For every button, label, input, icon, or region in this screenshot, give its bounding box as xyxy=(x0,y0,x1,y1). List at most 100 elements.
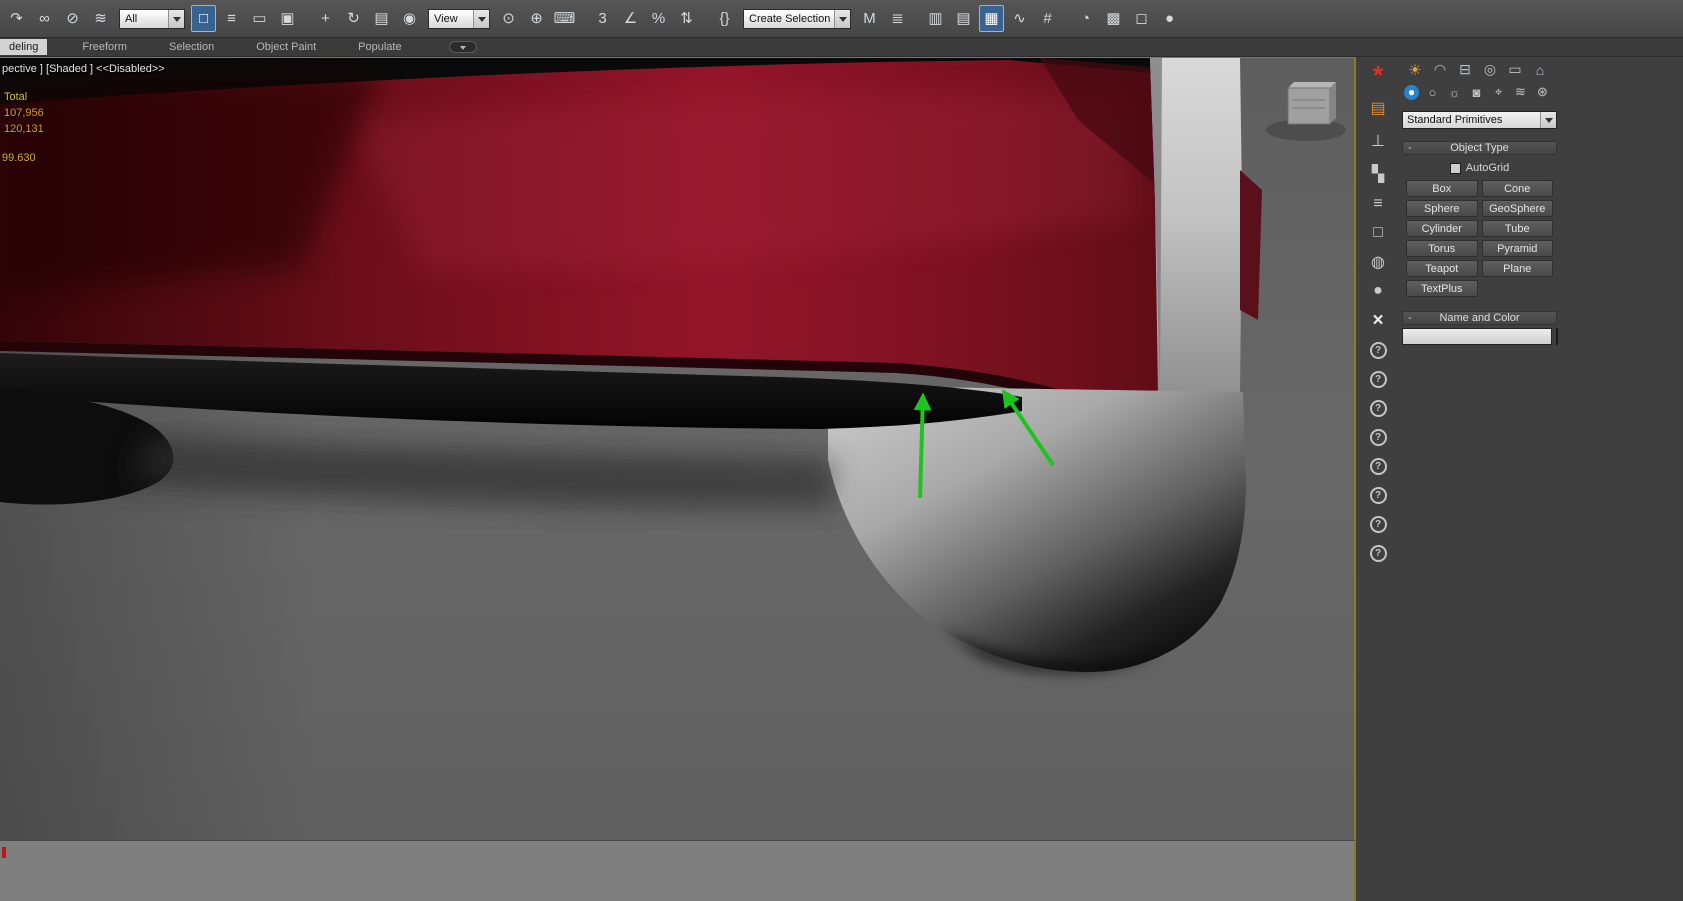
ribbon-tab-modeling[interactable]: deling xyxy=(0,39,48,55)
cylinder-button[interactable]: Cylinder xyxy=(1406,220,1478,237)
plane-button[interactable]: Plane xyxy=(1481,260,1553,277)
rendered-frame-icon[interactable]: ◻ xyxy=(1129,5,1154,32)
shapes-category-icon[interactable]: ○ xyxy=(1424,85,1441,100)
object-color-swatch[interactable] xyxy=(1556,328,1558,345)
ribbon-tab-selection[interactable]: Selection xyxy=(160,39,223,55)
select-object-icon[interactable]: □ xyxy=(191,5,216,32)
ribbon-tab-object-paint[interactable]: Object Paint xyxy=(247,39,325,55)
hierarchy-tab-icon[interactable]: ⊟ xyxy=(1456,61,1474,78)
redo-icon[interactable]: ↷ xyxy=(4,5,29,32)
named-selection-sets-dropdown[interactable]: Create Selection Se xyxy=(743,8,851,29)
geosphere-button[interactable]: GeoSphere xyxy=(1481,200,1553,217)
teapot-icon[interactable]: * xyxy=(1358,59,1398,91)
ribbon-toggle-icon[interactable]: ▦ xyxy=(979,5,1004,32)
textplus-button[interactable]: TextPlus xyxy=(1406,280,1478,297)
help-placeholder-icon[interactable]: ? xyxy=(1369,400,1387,417)
select-and-scale-icon[interactable]: ▤ xyxy=(369,5,394,32)
gizmo-icon[interactable]: ⊥ xyxy=(1358,124,1398,158)
motion-tab-icon[interactable]: ◎ xyxy=(1481,61,1499,78)
viewport-label[interactable]: pective ] [Shaded ] <<Disabled>> xyxy=(2,63,165,75)
display-tab-icon[interactable]: ▭ xyxy=(1506,61,1524,78)
help-placeholder-icon[interactable]: ? xyxy=(1369,516,1387,533)
select-and-manipulate-icon[interactable]: ⊕ xyxy=(524,5,549,32)
keyboard-shortcut-override-icon[interactable]: ⌨ xyxy=(552,5,577,32)
ribbon-tab-populate[interactable]: Populate xyxy=(349,39,410,55)
object-name-field[interactable] xyxy=(1402,328,1552,345)
modify-tab-icon[interactable]: ◠ xyxy=(1431,61,1449,78)
autogrid-label: AutoGrid xyxy=(1465,162,1510,174)
create-category-row: ● ○ ☼ ◙ ⌖ ≋ ⊛ xyxy=(1400,82,1563,102)
torus-button[interactable]: Torus xyxy=(1406,240,1478,257)
percent-snap-icon[interactable]: % xyxy=(646,5,671,32)
utilities-tab-icon[interactable]: ⌂ xyxy=(1531,62,1549,78)
mirror-icon[interactable]: M xyxy=(857,5,882,32)
box-button[interactable]: Box xyxy=(1406,180,1478,197)
close-icon[interactable]: × xyxy=(1358,305,1398,336)
chevron-down-icon[interactable] xyxy=(834,9,850,28)
help-placeholder-icon[interactable]: ? xyxy=(1369,458,1387,475)
help-placeholder-icon[interactable]: ? xyxy=(1369,487,1387,504)
select-and-place-icon[interactable]: ◉ xyxy=(397,5,422,32)
scene-explorer-icon[interactable]: ▥ xyxy=(923,5,948,32)
align-icon[interactable]: ≣ xyxy=(885,5,910,32)
viewport-perspective[interactable]: pective ] [Shaded ] <<Disabled>> Total 1… xyxy=(0,57,1356,840)
pyramid-button[interactable]: Pyramid xyxy=(1481,240,1553,257)
chevron-down-icon[interactable] xyxy=(168,9,184,28)
select-and-move-icon[interactable]: + xyxy=(313,5,338,32)
lights-category-icon[interactable]: ☼ xyxy=(1446,85,1463,100)
tube-button[interactable]: Tube xyxy=(1481,220,1553,237)
ribbon-minimize-button[interactable] xyxy=(448,41,477,53)
use-pivot-center-icon[interactable]: ⊙ xyxy=(496,5,521,32)
reference-coordinate-dropdown[interactable]: View xyxy=(428,8,490,29)
help-placeholder-icon[interactable]: ? xyxy=(1369,342,1387,359)
rollout-title: Name and Color xyxy=(1439,312,1520,324)
spinner-snap-icon[interactable]: ⇅ xyxy=(674,5,699,32)
help-placeholder-icon[interactable]: ? xyxy=(1369,429,1387,446)
help-placeholder-icon[interactable]: ? xyxy=(1369,545,1387,562)
snaps-toggle-icon[interactable]: 3 xyxy=(590,5,615,32)
layers-icon[interactable]: ≡ xyxy=(1358,189,1398,218)
help-placeholder-icon[interactable]: ? xyxy=(1369,371,1387,388)
select-and-rotate-icon[interactable]: ↻ xyxy=(341,5,366,32)
autogrid-checkbox[interactable] xyxy=(1449,162,1461,174)
checker-icon[interactable]: ▚ xyxy=(1358,158,1398,189)
dropdown-value: View xyxy=(434,12,458,25)
box-icon[interactable]: □ xyxy=(1358,218,1398,247)
bind-to-space-warp-icon[interactable]: ≋ xyxy=(88,5,113,32)
chevron-down-icon[interactable] xyxy=(1540,112,1556,128)
selection-filter-dropdown[interactable]: All xyxy=(119,8,185,29)
schematic-view-icon[interactable]: # xyxy=(1035,5,1060,32)
teapot-button[interactable]: Teapot xyxy=(1406,260,1478,277)
rectangular-selection-region-icon[interactable]: ▭ xyxy=(247,5,272,32)
cameras-category-icon[interactable]: ◙ xyxy=(1468,85,1485,100)
cone-button[interactable]: Cone xyxy=(1481,180,1553,197)
edit-named-selection-sets-icon[interactable]: {} xyxy=(712,5,737,32)
render-setup-icon[interactable]: ▩ xyxy=(1101,5,1126,32)
helpers-category-icon[interactable]: ⌖ xyxy=(1490,84,1507,100)
layer-explorer-icon[interactable]: ▤ xyxy=(951,5,976,32)
select-and-link-icon[interactable]: ∞ xyxy=(32,5,57,32)
render-production-icon[interactable]: ● xyxy=(1157,5,1182,32)
space-warps-category-icon[interactable]: ≋ xyxy=(1512,84,1529,100)
object-type-rollout-header[interactable]: - Object Type xyxy=(1402,141,1557,155)
mini-listener-mark xyxy=(2,847,6,858)
dropdown-value: Standard Primitives xyxy=(1407,114,1503,126)
unlink-selection-icon[interactable]: ⊘ xyxy=(60,5,85,32)
angle-snap-icon[interactable]: ∠ xyxy=(618,5,643,32)
ribbon-tab-freeform[interactable]: Freeform xyxy=(73,39,136,55)
sphere-button[interactable]: Sphere xyxy=(1406,200,1478,217)
paint-bucket-icon[interactable]: ▤ xyxy=(1358,91,1398,124)
primitive-buttons-grid: Box Cone Sphere GeoSphere Cylinder Tube … xyxy=(1406,180,1553,297)
window-crossing-icon[interactable]: ▣ xyxy=(275,5,300,32)
chevron-down-icon[interactable] xyxy=(473,9,489,28)
curve-editor-icon[interactable]: ∿ xyxy=(1007,5,1032,32)
name-and-color-rollout-header[interactable]: - Name and Color xyxy=(1402,311,1557,325)
create-tab-icon[interactable]: ☀ xyxy=(1406,61,1424,79)
subcategory-dropdown[interactable]: Standard Primitives xyxy=(1402,111,1557,129)
geometry-category-icon[interactable]: ● xyxy=(1404,84,1419,100)
select-by-name-icon[interactable]: ≡ xyxy=(219,5,244,32)
sphere-icon[interactable]: ● xyxy=(1358,276,1398,305)
wire-sphere-icon[interactable]: ◍ xyxy=(1358,247,1398,276)
systems-category-icon[interactable]: ⊛ xyxy=(1534,84,1551,100)
material-editor-icon[interactable]: ◔ xyxy=(1073,5,1098,32)
